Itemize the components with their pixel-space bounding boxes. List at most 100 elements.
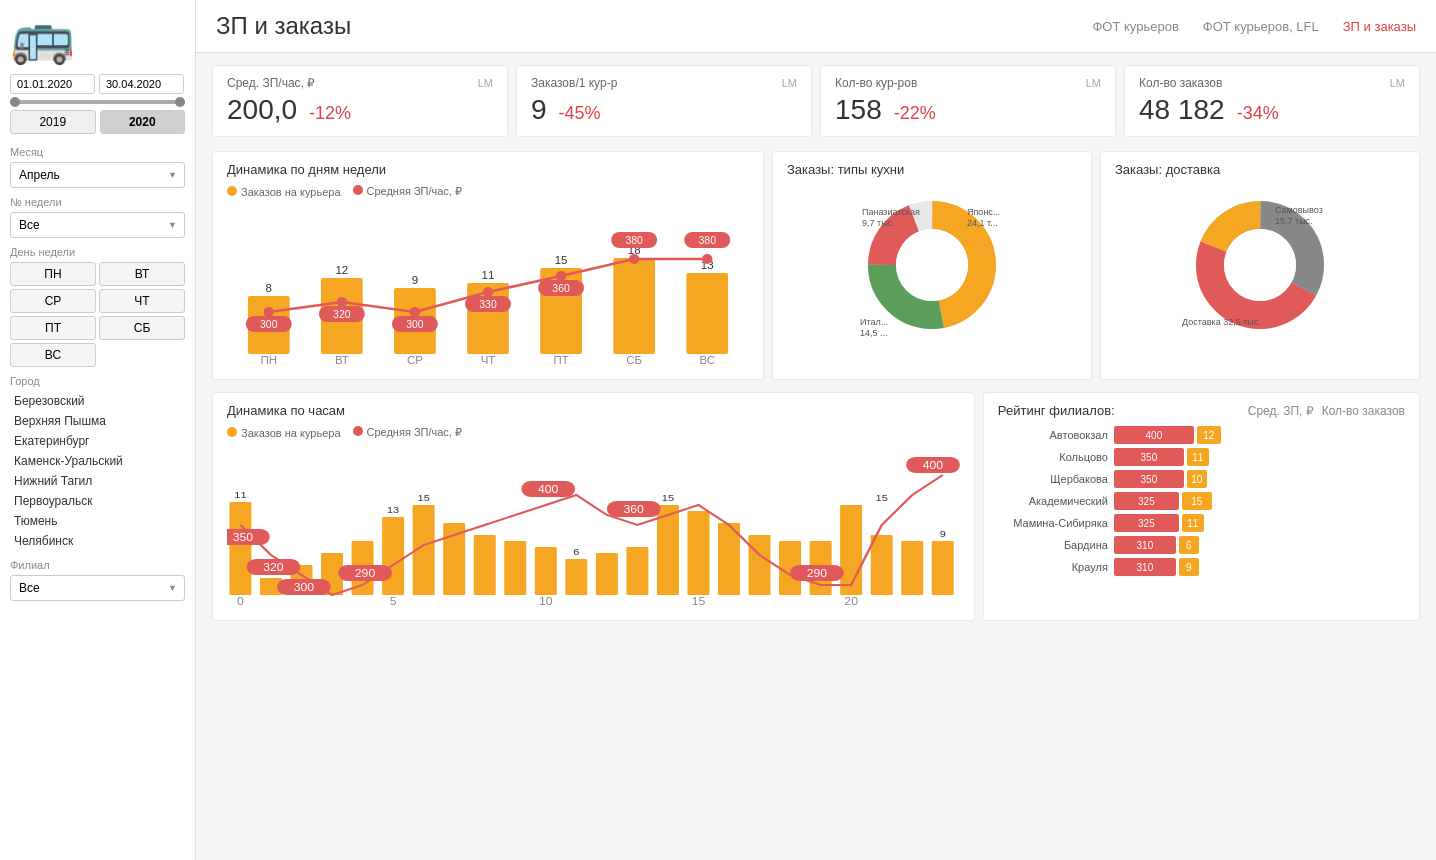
table-row: Кольцово 350 11 [998,448,1405,466]
ranking-name: Академический [998,495,1108,507]
city-label: Город [10,375,185,387]
svg-text:11: 11 [482,269,495,281]
svg-point-20 [410,307,420,317]
hours-chart-card: Динамика по часам Заказов на курьера Сре… [212,392,975,621]
salary-bar: 325 [1114,514,1179,532]
week-select[interactable]: Все [10,212,185,238]
delivery-donut-card: Заказы: доставка Самовывоз 1 [1100,151,1420,380]
city-pervouralsk[interactable]: Первоуральск [10,491,185,511]
date-slider[interactable] [10,100,185,104]
bottom-row: Динамика по часам Заказов на курьера Сре… [212,392,1420,621]
week-label: № недели [10,196,185,208]
svg-text:320: 320 [263,562,283,573]
nav-zp-orders[interactable]: ЗП и заказы [1343,19,1416,34]
filial-select[interactable]: Все [10,575,185,601]
year-2019-button[interactable]: 2019 [10,110,96,134]
svg-text:ВС: ВС [699,354,715,366]
city-kamensk[interactable]: Каменск-Уральский [10,451,185,471]
ranking-name: Кольцово [998,451,1108,463]
kitchen-donut-card: Заказы: типы кухни [772,151,1092,380]
weekday-chart-svg: 8 12 9 11 15 18 13 300 [227,204,749,369]
logo-area: 🚌 [10,10,185,62]
svg-text:14,5 ...: 14,5 ... [860,328,888,338]
bus-logo: 🚌 [10,10,75,62]
svg-text:300: 300 [260,319,278,330]
kpi-couriers-title: Кол-во кур-ров [835,76,917,90]
year-buttons: 2019 2020 [10,110,185,134]
year-2020-button[interactable]: 2020 [100,110,186,134]
orders-bar: 6 [1179,536,1199,554]
weekday-pt[interactable]: ПТ [10,316,96,340]
weekday-cht[interactable]: ЧТ [99,289,185,313]
table-row: Академический 325 15 [998,492,1405,510]
weekday-sb[interactable]: СБ [99,316,185,340]
ranking-name: Автовокзал [998,429,1108,441]
svg-text:ВТ: ВТ [335,354,349,366]
kpi-couriers-value: 158 [835,94,882,126]
svg-text:13: 13 [387,505,400,515]
svg-text:15,7 тыс.: 15,7 тыс. [1275,216,1313,226]
ranking-col-orders: Кол-во заказов [1322,404,1405,418]
month-label: Месяц [10,146,185,158]
ranking-name: Мамина-Сибиряка [998,517,1108,529]
date-range [10,74,185,94]
weekday-chart-card: Динамика по дням недели Заказов на курье… [212,151,764,380]
kpi-row: Сред. ЗП/час, ₽ LM 200,0 -12% Заказов/1 … [212,65,1420,137]
hours-chart-svg: 11 13 15 6 15 15 9 [227,445,960,610]
svg-rect-69 [474,535,496,595]
svg-text:0: 0 [237,596,244,607]
svg-text:300: 300 [294,582,314,593]
weekday-vs[interactable]: ВС [10,343,96,367]
kpi-salary-value: 200,0 [227,94,297,126]
charts-row-1: Динамика по дням недели Заказов на курье… [212,151,1420,380]
svg-text:290: 290 [355,568,375,579]
month-select[interactable]: Апрель [10,162,185,188]
orders-bar: 10 [1187,470,1207,488]
main-content: Сред. ЗП/час, ₽ LM 200,0 -12% Заказов/1 … [196,53,1436,860]
svg-point-32 [702,254,712,264]
weekday-pn[interactable]: ПН [10,262,96,286]
svg-text:10: 10 [539,596,553,607]
table-row: Крауля 310 9 [998,558,1405,576]
weekday-vt[interactable]: ВТ [99,262,185,286]
city-nizhny-tagil[interactable]: Нижний Тагил [10,471,185,491]
kpi-salary: Сред. ЗП/час, ₽ LM 200,0 -12% [212,65,508,137]
svg-point-29 [629,254,639,264]
table-row: Бардина 310 6 [998,536,1405,554]
kpi-couriers-delta: -22% [894,103,936,124]
orders-bar: 15 [1182,492,1212,510]
svg-rect-82 [871,535,893,595]
nav-fot-lfl[interactable]: ФОТ курьеров, LFL [1203,19,1319,34]
weekday-sr[interactable]: СР [10,289,96,313]
svg-rect-68 [443,523,465,595]
svg-text:330: 330 [479,299,497,310]
svg-text:24,1 т...: 24,1 т... [967,218,998,228]
city-verkhnyaya-pyshma[interactable]: Верхняя Пышма [10,411,185,431]
date-from-input[interactable] [10,74,95,94]
date-to-input[interactable] [99,74,184,94]
svg-rect-74 [626,547,648,595]
city-tyumen[interactable]: Тюмень [10,511,185,531]
svg-rect-70 [504,541,526,595]
kpi-orders-courier-value: 9 [531,94,547,126]
svg-rect-71 [535,547,557,595]
header: ЗП и заказы ФОТ курьеров ФОТ курьеров, L… [196,0,1436,53]
svg-text:15: 15 [662,493,675,503]
kpi-orders-courier-delta: -45% [559,103,601,124]
svg-text:ЧТ: ЧТ [481,354,496,366]
city-ekaterinburg[interactable]: Екатеринбург [10,431,185,451]
svg-text:20: 20 [844,596,858,607]
svg-point-26 [556,271,566,281]
kpi-total-orders-delta: -34% [1237,103,1279,124]
orders-bar: 11 [1182,514,1204,532]
nav-fot-couriers[interactable]: ФОТ курьеров [1092,19,1178,34]
kpi-salary-delta: -12% [309,103,351,124]
city-berezovsky[interactable]: Березовский [10,391,185,411]
svg-text:15: 15 [418,493,431,503]
svg-text:Японс...: Японс... [967,207,1000,217]
table-row: Мамина-Сибиряка 325 11 [998,514,1405,532]
svg-rect-5 [613,258,655,354]
city-chelyabinsk[interactable]: Челябинск [10,531,185,551]
svg-text:9,7 тыс.: 9,7 тыс. [862,218,895,228]
svg-text:Доставка 32,5 тыс.: Доставка 32,5 тыс. [1182,317,1261,327]
